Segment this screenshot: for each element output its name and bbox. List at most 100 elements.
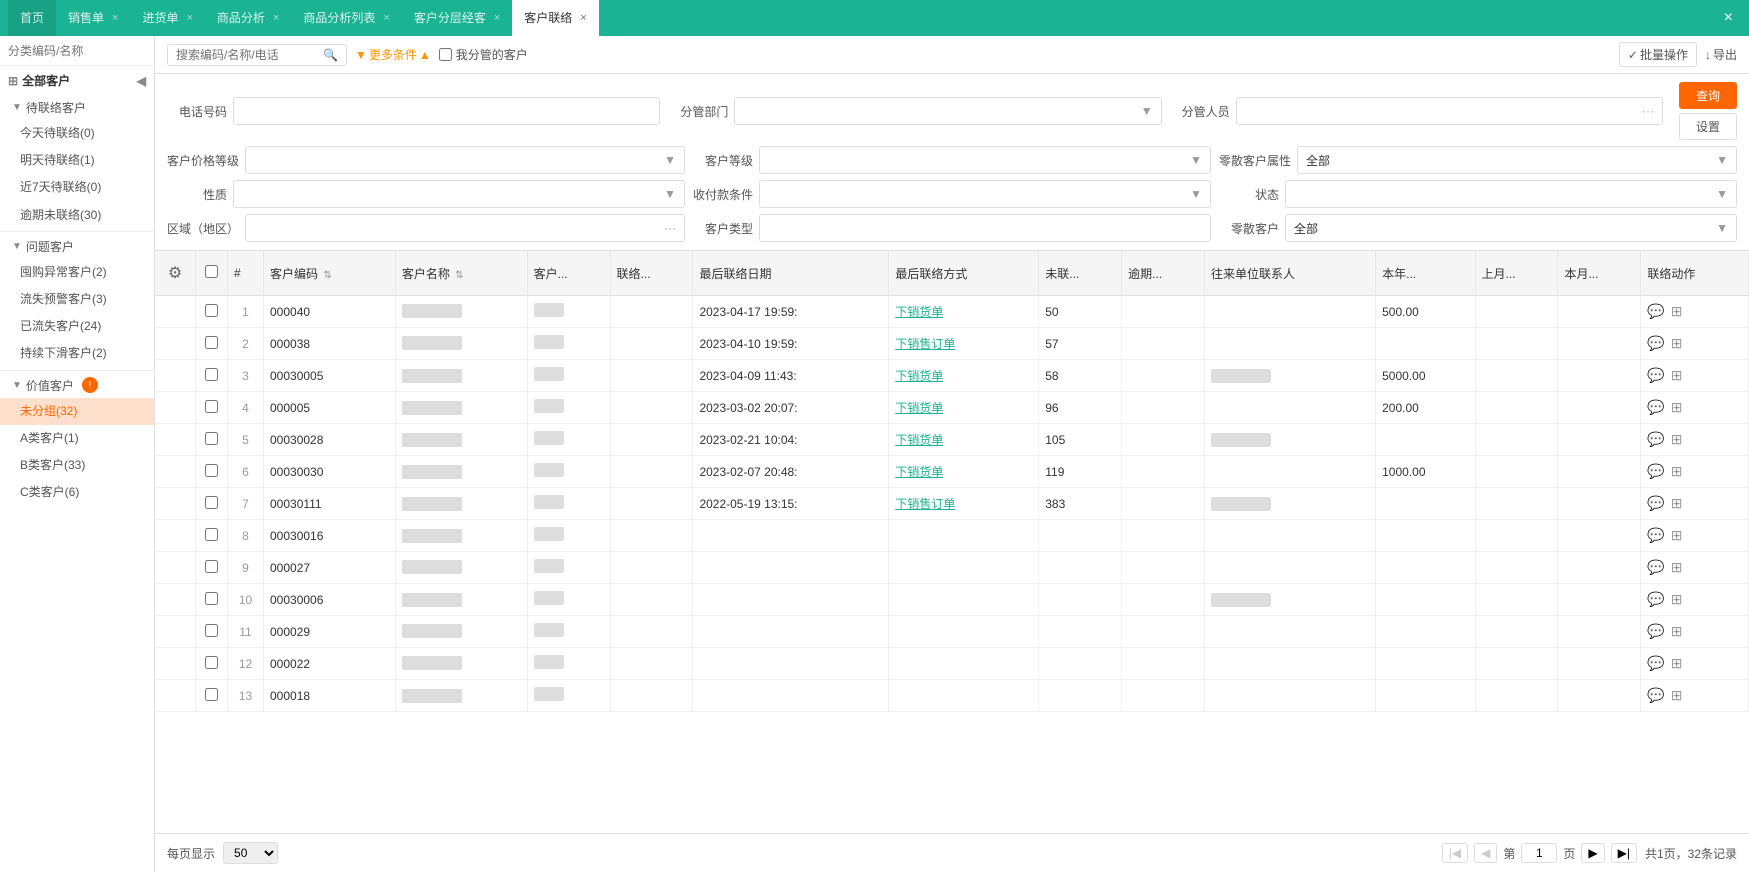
- row-checkbox-cell[interactable]: [196, 584, 228, 616]
- sidebar-item-7days[interactable]: 近7天待联络(0): [0, 174, 154, 201]
- manager-input[interactable]: ···: [1236, 97, 1663, 125]
- tab-customer-contact-close[interactable]: ×: [580, 0, 586, 36]
- row-checkbox-cell[interactable]: [196, 680, 228, 712]
- row-checkbox[interactable]: [205, 688, 218, 701]
- my-customers-checkbox-label[interactable]: 我分管的客户: [439, 46, 528, 63]
- last-method-link[interactable]: 下销售订单: [895, 497, 955, 511]
- select-all-checkbox[interactable]: [205, 265, 218, 278]
- row-checkbox[interactable]: [205, 368, 218, 381]
- sidebar-search-input[interactable]: [8, 44, 155, 58]
- sidebar-item-today[interactable]: 今天待联络(0): [0, 120, 154, 147]
- row-checkbox-cell[interactable]: [196, 552, 228, 584]
- chat-icon[interactable]: 💬: [1647, 527, 1664, 544]
- row-checkbox-cell[interactable]: [196, 360, 228, 392]
- region-input[interactable]: ···: [245, 214, 685, 242]
- chat-icon[interactable]: 💬: [1647, 335, 1664, 352]
- row-checkbox[interactable]: [205, 432, 218, 445]
- sidebar-item-overdue[interactable]: 逾期未联络(30): [0, 202, 154, 229]
- grid-action-icon[interactable]: ⊞: [1671, 495, 1683, 512]
- tab-sales[interactable]: 销售单 ×: [56, 0, 130, 36]
- row-checkbox[interactable]: [205, 304, 218, 317]
- row-checkbox[interactable]: [205, 560, 218, 573]
- sidebar-item-abnormal[interactable]: 囤购异常客户(2): [0, 259, 154, 286]
- customer-level-select[interactable]: ▼: [759, 146, 1211, 174]
- sidebar-item-churn-warning[interactable]: 流失预警客户(3): [0, 286, 154, 313]
- chat-icon[interactable]: 💬: [1647, 591, 1664, 608]
- more-conditions-button[interactable]: ▼ 更多条件 ▲: [355, 46, 431, 63]
- main-search-input[interactable]: [176, 48, 319, 62]
- tab-analysis[interactable]: 商品分析 ×: [205, 0, 291, 36]
- last-method-link[interactable]: 下销货单: [895, 369, 943, 383]
- grid-action-icon[interactable]: ⊞: [1671, 591, 1683, 608]
- row-checkbox[interactable]: [205, 336, 218, 349]
- tab-purchase-close[interactable]: ×: [186, 0, 192, 36]
- chat-icon[interactable]: 💬: [1647, 687, 1664, 704]
- chat-icon[interactable]: 💬: [1647, 655, 1664, 672]
- chat-icon[interactable]: 💬: [1647, 431, 1664, 448]
- last-method-link[interactable]: 下销货单: [895, 305, 943, 319]
- row-checkbox-cell[interactable]: [196, 392, 228, 424]
- row-checkbox-cell[interactable]: [196, 424, 228, 456]
- last-page-button[interactable]: ▶|: [1611, 843, 1637, 863]
- batch-op-button[interactable]: ✓ 批量操作: [1619, 42, 1697, 67]
- tab-customer-segment[interactable]: 客户分层经客 ×: [402, 0, 512, 36]
- reset-button[interactable]: 设置: [1679, 113, 1737, 140]
- row-checkbox[interactable]: [205, 496, 218, 509]
- row-checkbox-cell[interactable]: [196, 520, 228, 552]
- row-checkbox[interactable]: [205, 400, 218, 413]
- sidebar-item-class-c[interactable]: C类客户(6): [0, 479, 154, 506]
- sidebar-item-class-b[interactable]: B类客户(33): [0, 452, 154, 479]
- row-checkbox[interactable]: [205, 592, 218, 605]
- row-checkbox[interactable]: [205, 528, 218, 541]
- my-customers-checkbox[interactable]: [439, 48, 452, 61]
- prev-page-button[interactable]: ◀: [1474, 843, 1497, 863]
- grid-action-icon[interactable]: ⊞: [1671, 367, 1683, 384]
- sidebar-item-tomorrow[interactable]: 明天待联络(1): [0, 147, 154, 174]
- row-checkbox-cell[interactable]: [196, 648, 228, 680]
- query-button[interactable]: 查询: [1679, 82, 1737, 109]
- tab-analysis-list-close[interactable]: ×: [383, 0, 389, 36]
- grid-action-icon[interactable]: ⊞: [1671, 687, 1683, 704]
- chat-icon[interactable]: 💬: [1647, 559, 1664, 576]
- grid-action-icon[interactable]: ⊞: [1671, 463, 1683, 480]
- chat-icon[interactable]: 💬: [1647, 367, 1664, 384]
- chat-icon[interactable]: 💬: [1647, 303, 1664, 320]
- grid-action-icon[interactable]: ⊞: [1671, 623, 1683, 640]
- row-checkbox[interactable]: [205, 464, 218, 477]
- row-checkbox[interactable]: [205, 656, 218, 669]
- row-checkbox-cell[interactable]: [196, 488, 228, 520]
- grid-action-icon[interactable]: ⊞: [1671, 335, 1683, 352]
- export-button[interactable]: ↓ 导出: [1705, 46, 1737, 63]
- customer-type-input[interactable]: [759, 214, 1211, 242]
- nature-select[interactable]: ▼: [233, 180, 685, 208]
- value-customers-group[interactable]: ▼ 价值客户 !: [0, 373, 154, 398]
- grid-action-icon[interactable]: ⊞: [1671, 431, 1683, 448]
- settings-icon[interactable]: ⚙: [161, 259, 189, 287]
- dept-select[interactable]: ▼: [734, 97, 1161, 125]
- chat-icon[interactable]: 💬: [1647, 623, 1664, 640]
- last-method-link[interactable]: 下销货单: [895, 433, 943, 447]
- row-checkbox[interactable]: [205, 624, 218, 637]
- price-level-select[interactable]: ▼: [245, 146, 685, 174]
- row-checkbox-cell[interactable]: [196, 616, 228, 648]
- pending-contact-group[interactable]: ▼ 待联络客户: [0, 95, 154, 120]
- main-search-icon[interactable]: 🔍: [323, 48, 338, 62]
- per-page-select[interactable]: 50 100: [223, 842, 278, 864]
- chat-icon[interactable]: 💬: [1647, 399, 1664, 416]
- tab-analysis-close[interactable]: ×: [273, 0, 279, 36]
- name-sort-icon[interactable]: ⇅: [455, 270, 463, 281]
- first-page-button[interactable]: |◀: [1442, 843, 1468, 863]
- next-page-button[interactable]: ▶: [1581, 843, 1604, 863]
- phone-input[interactable]: [233, 97, 660, 125]
- grid-action-icon[interactable]: ⊞: [1671, 303, 1683, 320]
- chat-icon[interactable]: 💬: [1647, 495, 1664, 512]
- row-checkbox-cell[interactable]: [196, 456, 228, 488]
- grid-action-icon[interactable]: ⊞: [1671, 399, 1683, 416]
- sidebar-item-ungroup[interactable]: 未分组(32): [0, 398, 154, 425]
- grid-action-icon[interactable]: ⊞: [1671, 655, 1683, 672]
- tab-customer-segment-close[interactable]: ×: [494, 0, 500, 36]
- tab-home[interactable]: 首页: [8, 0, 56, 36]
- problem-customers-group[interactable]: ▼ 问题客户: [0, 234, 154, 259]
- grid-action-icon[interactable]: ⊞: [1671, 527, 1683, 544]
- tab-customer-contact[interactable]: 客户联络 ×: [512, 0, 598, 36]
